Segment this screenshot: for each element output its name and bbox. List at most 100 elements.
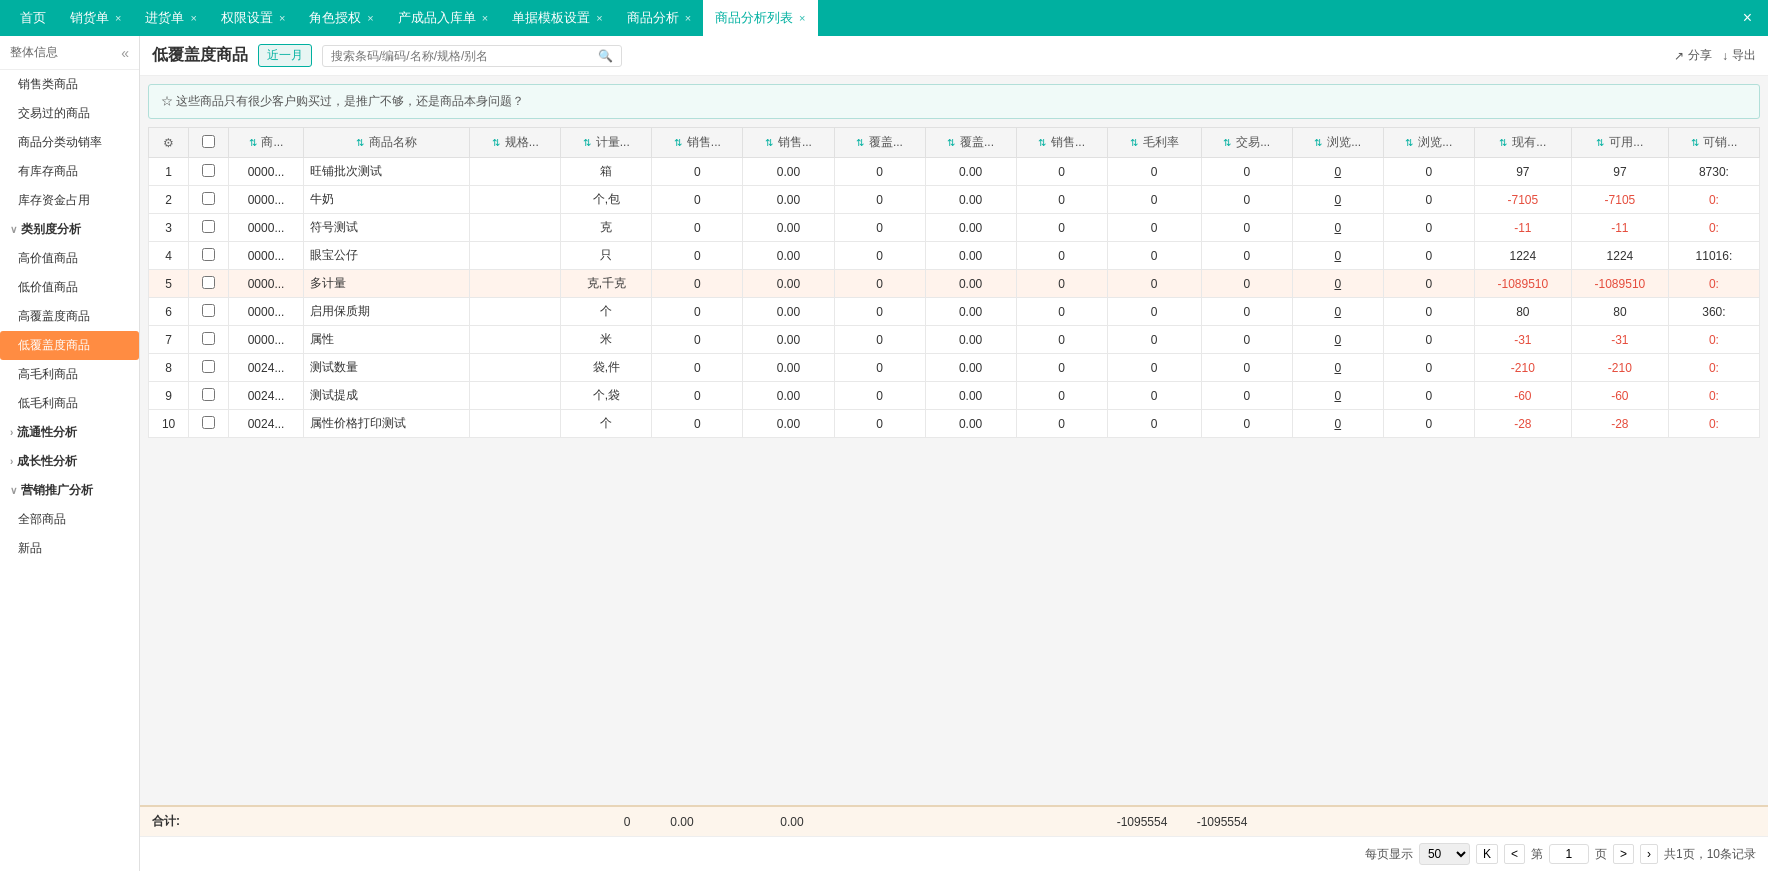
current-page-input[interactable] [1549,844,1589,864]
row-checkbox[interactable] [202,388,215,401]
browse-link[interactable]: 0 [1334,305,1341,319]
row-checkbox[interactable] [202,304,215,317]
nav-tab-permissions[interactable]: 权限设置× [209,0,297,36]
sidebar-item-高覆盖度商品[interactable]: 高覆盖度商品 [0,302,139,331]
first-page-button[interactable]: K [1476,844,1498,864]
browse-link[interactable]: 0 [1334,389,1341,403]
close-tab-sales[interactable]: × [115,12,121,24]
nav-tab-template[interactable]: 单据模板设置× [500,0,614,36]
col-header-browse1[interactable]: ⇅ 浏览... [1292,128,1383,158]
sidebar-section-类别度分析[interactable]: ∨类别度分析 [0,215,139,244]
browse-link[interactable]: 0 [1334,361,1341,375]
sidebar-item-新品[interactable]: 新品 [0,534,139,563]
sidebar-collapse-button[interactable]: « [121,45,129,61]
close-tab-product-analysis[interactable]: × [685,12,691,24]
gear-icon[interactable]: ⚙ [163,136,174,150]
cell-value: -11 [1474,214,1571,242]
close-tab-role[interactable]: × [367,12,373,24]
close-tab-product-analysis-list[interactable]: × [799,12,805,24]
col-header-sales_amt[interactable]: ⇅ 销售... [743,128,834,158]
sidebar-item-低毛利商品[interactable]: 低毛利商品 [0,389,139,418]
sidebar-item-交易过的商品[interactable]: 交易过的商品 [0,99,139,128]
col-header-code[interactable]: ⇅ 商... [228,128,304,158]
sidebar-section-成长性分析[interactable]: ›成长性分析 [0,447,139,476]
browse-link[interactable]: 0 [1334,249,1341,263]
sidebar-item-库存资金占用[interactable]: 库存资金占用 [0,186,139,215]
close-tab-template[interactable]: × [596,12,602,24]
sidebar-item-商品分类动销率[interactable]: 商品分类动销率 [0,128,139,157]
search-input[interactable] [331,49,598,63]
sidebar-item-销售类商品[interactable]: 销售类商品 [0,70,139,99]
footer-total-label: 合计: [152,813,232,830]
col-header-name[interactable]: ⇅ 商品名称 [304,128,470,158]
row-checkbox[interactable] [202,332,215,345]
col-header-browse2[interactable]: ⇅ 浏览... [1383,128,1474,158]
col-header-gross_margin[interactable]: ⇅ 毛利率 [1107,128,1201,158]
cell-value: 属性 [304,326,470,354]
per-page-select[interactable]: 2050100 [1419,843,1470,865]
sidebar-item-低价值商品[interactable]: 低价值商品 [0,273,139,302]
sidebar-item-高毛利商品[interactable]: 高毛利商品 [0,360,139,389]
browse-link[interactable]: 0 [1334,221,1341,235]
nav-tab-purchase[interactable]: 进货单× [133,0,208,36]
cell-value: -60 [1474,382,1571,410]
export-button[interactable]: ↓ 导出 [1722,47,1756,64]
prev-page-button[interactable]: < [1504,844,1525,864]
col-header-spec[interactable]: ⇅ 规格... [470,128,561,158]
share-button[interactable]: ↗ 分享 [1674,47,1712,64]
cell-value: 0 [652,158,743,186]
select-all-checkbox[interactable] [202,135,215,148]
browse-link[interactable]: 0 [1334,333,1341,347]
col-header-available[interactable]: ⇅ 可用... [1571,128,1668,158]
col-header-transaction[interactable]: ⇅ 交易... [1201,128,1292,158]
row-checkbox[interactable] [202,220,215,233]
sidebar-section-营销推广分析[interactable]: ∨营销推广分析 [0,476,139,505]
row-checkbox[interactable] [202,276,215,289]
close-tab-permissions[interactable]: × [279,12,285,24]
cell-value: 0 [1107,214,1201,242]
nav-tab-product-analysis[interactable]: 商品分析× [615,0,703,36]
sidebar-item-低覆盖度商品[interactable]: 低覆盖度商品 [0,331,139,360]
col-header-sales_qty[interactable]: ⇅ 销售... [652,128,743,158]
sidebar-title: 整体信息 [10,44,58,61]
table-container[interactable]: ⚙⇅ 商...⇅ 商品名称⇅ 规格...⇅ 计量...⇅ 销售...⇅ 销售..… [148,127,1760,805]
row-checkbox[interactable] [202,416,215,429]
row-checkbox[interactable] [202,192,215,205]
nav-tab-sales[interactable]: 销货单× [58,0,133,36]
row-checkbox[interactable] [202,164,215,177]
browse-link[interactable]: 0 [1334,417,1341,431]
sidebar-item-全部商品[interactable]: 全部商品 [0,505,139,534]
close-tab-product-entry[interactable]: × [482,12,488,24]
cell-value: 0 [1383,298,1474,326]
col-header-checkbox[interactable] [189,128,229,158]
sidebar-item-高价值商品[interactable]: 高价值商品 [0,244,139,273]
cell-value: 0.00 [925,158,1016,186]
sidebar-item-有库存商品[interactable]: 有库存商品 [0,157,139,186]
cell-value: 袋,件 [561,354,652,382]
nav-tab-role[interactable]: 角色授权× [297,0,385,36]
cell-value: 0: [1668,326,1759,354]
col-header-sellable[interactable]: ⇅ 可销... [1668,128,1759,158]
last-page-button[interactable]: › [1640,844,1658,864]
browse-link[interactable]: 0 [1334,277,1341,291]
browse-link[interactable]: 0 [1334,193,1341,207]
filter-button[interactable]: 近一月 [258,44,312,67]
next-page-button[interactable]: > [1613,844,1634,864]
col-header-unit[interactable]: ⇅ 计量... [561,128,652,158]
sort-icon-spec: ⇅ [492,137,503,148]
col-header-current_stock[interactable]: ⇅ 现有... [1474,128,1571,158]
nav-tab-product-analysis-list[interactable]: 商品分析列表× [703,0,817,36]
row-checkbox[interactable] [202,248,215,261]
col-header-settings[interactable]: ⚙ [149,128,189,158]
browse-link[interactable]: 0 [1334,165,1341,179]
nav-tab-home[interactable]: 首页 [8,0,58,36]
close-all-button[interactable]: × [1735,9,1760,27]
nav-tab-product-entry[interactable]: 产成品入库单× [386,0,500,36]
col-header-coverage1[interactable]: ⇅ 覆盖... [834,128,925,158]
row-checkbox[interactable] [202,360,215,373]
cell-value: 0 [1383,326,1474,354]
sidebar-section-流通性分析[interactable]: ›流通性分析 [0,418,139,447]
close-tab-purchase[interactable]: × [190,12,196,24]
col-header-coverage2[interactable]: ⇅ 覆盖... [925,128,1016,158]
col-header-sales_days[interactable]: ⇅ 销售... [1016,128,1107,158]
